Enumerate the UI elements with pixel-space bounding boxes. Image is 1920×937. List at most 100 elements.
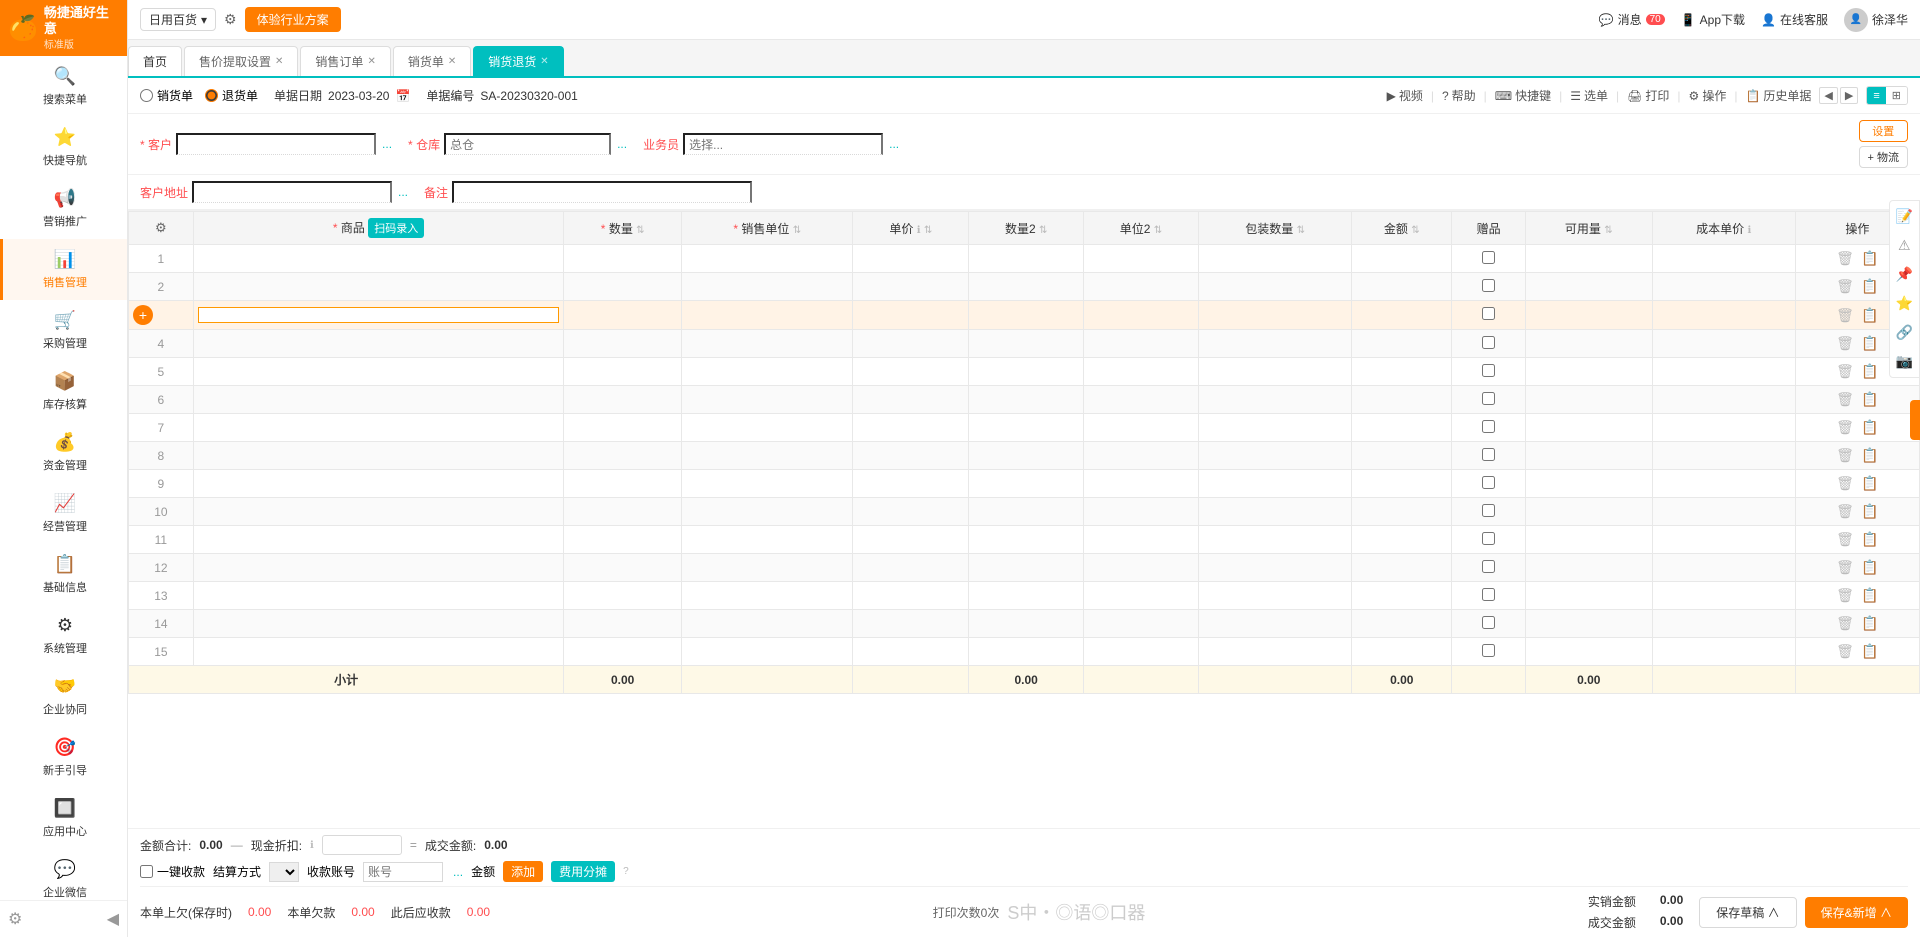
row-price-cell-8[interactable] [853, 442, 969, 470]
row-qty2-cell-14[interactable] [969, 610, 1084, 638]
account-ellipsis[interactable]: ... [453, 865, 463, 879]
customer-ellipsis[interactable]: ... [382, 137, 392, 151]
row-amount-cell-7[interactable] [1352, 414, 1452, 442]
row-amount-cell-3[interactable] [1352, 301, 1452, 330]
row-available-cell-4[interactable] [1525, 330, 1652, 358]
row-unit2-cell-13[interactable] [1084, 582, 1199, 610]
row-qty2-cell-9[interactable] [969, 470, 1084, 498]
tab-close-3[interactable]: ✕ [448, 56, 456, 67]
sidebar-item-2[interactable]: 📢营销推广 [0, 178, 127, 239]
copy-btn-9[interactable]: 📋 [1861, 475, 1878, 491]
tab-close-1[interactable]: ✕ [275, 56, 283, 67]
calendar-icon[interactable]: 📅 [395, 89, 410, 103]
delete-btn-12[interactable]: 🗑 [1836, 559, 1854, 575]
gift-checkbox-3[interactable] [1482, 307, 1495, 320]
tab-4[interactable]: 销货退货 ✕ [473, 46, 563, 76]
gift-checkbox-9[interactable] [1482, 476, 1495, 489]
row-product-cell-14[interactable] [193, 610, 564, 638]
sidebar-item-11[interactable]: 🎯新手引导 [0, 727, 127, 788]
row-pkgqty-cell-10[interactable] [1198, 498, 1351, 526]
gift-checkbox-6[interactable] [1482, 392, 1495, 405]
copy-btn-2[interactable]: 📋 [1861, 278, 1878, 294]
row-price-cell-9[interactable] [853, 470, 969, 498]
sidebar-item-9[interactable]: ⚙系统管理 [0, 605, 127, 666]
row-product-cell-9[interactable] [193, 470, 564, 498]
qty2-sort-icon[interactable]: ⇅ [1039, 225, 1047, 236]
row-available-cell-10[interactable] [1525, 498, 1652, 526]
sidebar-item-3[interactable]: 📊销售管理 [0, 239, 127, 300]
row-qty-cell-15[interactable] [564, 638, 682, 666]
table-view-btn[interactable]: ≡ [1867, 87, 1885, 104]
gift-checkbox-15[interactable] [1482, 644, 1495, 657]
copy-btn-3[interactable]: 📋 [1861, 307, 1878, 323]
row-unit-cell-9[interactable] [682, 470, 853, 498]
row-available-cell-9[interactable] [1525, 470, 1652, 498]
tab-close-2[interactable]: ✕ [367, 56, 375, 67]
row-pkgqty-cell-1[interactable] [1198, 245, 1351, 273]
row-qty2-cell-7[interactable] [969, 414, 1084, 442]
app-download-item[interactable]: 📱 App下载 [1681, 11, 1745, 28]
row-pkgqty-cell-8[interactable] [1198, 442, 1351, 470]
copy-btn-6[interactable]: 📋 [1861, 391, 1878, 407]
row-product-cell-10[interactable] [193, 498, 564, 526]
gift-checkbox-10[interactable] [1482, 504, 1495, 517]
save-draft-btn[interactable]: 保存草稿 ∧ [1699, 897, 1796, 928]
row-cost-cell-13[interactable] [1652, 582, 1795, 610]
row-unit2-cell-14[interactable] [1084, 610, 1199, 638]
sidebar-item-12[interactable]: 🔲应用中心 [0, 788, 127, 849]
row-pkgqty-cell-6[interactable] [1198, 386, 1351, 414]
sidebar-item-6[interactable]: 💰资金管理 [0, 422, 127, 483]
row-qty-cell-7[interactable] [564, 414, 682, 442]
row-amount-cell-14[interactable] [1352, 610, 1452, 638]
gift-checkbox-2[interactable] [1482, 279, 1495, 292]
pin-icon[interactable]: 📌 [1896, 263, 1913, 286]
copy-btn-7[interactable]: 📋 [1861, 419, 1878, 435]
delete-btn-2[interactable]: 🗑 [1836, 278, 1854, 294]
row-price-cell-15[interactable] [853, 638, 969, 666]
row-pkgqty-cell-2[interactable] [1198, 273, 1351, 301]
row-price-cell-6[interactable] [853, 386, 969, 414]
available-sort-icon[interactable]: ⇅ [1604, 225, 1612, 236]
row-unit-cell-5[interactable] [682, 358, 853, 386]
settings-btn[interactable]: 设置 [1859, 120, 1908, 142]
row-cost-cell-15[interactable] [1652, 638, 1795, 666]
row-unit2-cell-12[interactable] [1084, 554, 1199, 582]
row-available-cell-14[interactable] [1525, 610, 1652, 638]
sidebar-item-13[interactable]: 💬企业微信 [0, 849, 127, 900]
add-row-btn[interactable]: + [133, 305, 153, 325]
copy-btn-5[interactable]: 📋 [1861, 363, 1878, 379]
row-qty-cell-11[interactable] [564, 526, 682, 554]
gift-checkbox-13[interactable] [1482, 588, 1495, 601]
row-pkgqty-cell-14[interactable] [1198, 610, 1351, 638]
row-cost-cell-1[interactable] [1652, 245, 1795, 273]
row-qty2-cell-2[interactable] [969, 273, 1084, 301]
gift-checkbox-7[interactable] [1482, 420, 1495, 433]
row-qty2-cell-4[interactable] [969, 330, 1084, 358]
table-gear-icon[interactable]: ⚙ [155, 220, 167, 235]
row-unit2-cell-11[interactable] [1084, 526, 1199, 554]
copy-btn-15[interactable]: 📋 [1861, 643, 1878, 659]
radio-sale-input[interactable] [140, 89, 153, 102]
note-icon[interactable]: 📝 [1896, 205, 1913, 228]
sidebar-item-8[interactable]: 📋基础信息 [0, 544, 127, 605]
radio-sale[interactable]: 销货单 [140, 87, 193, 104]
row-qty-cell-2[interactable] [564, 273, 682, 301]
gift-checkbox-12[interactable] [1482, 560, 1495, 573]
row-price-cell-5[interactable] [853, 358, 969, 386]
row-unit2-cell-2[interactable] [1084, 273, 1199, 301]
product-input-3[interactable] [198, 307, 560, 323]
message-item[interactable]: 💬 消息 70 [1599, 11, 1665, 28]
row-cost-cell-4[interactable] [1652, 330, 1795, 358]
row-amount-cell-2[interactable] [1352, 273, 1452, 301]
print-btn[interactable]: 🖨 打印 [1627, 87, 1669, 104]
row-cost-cell-3[interactable] [1652, 301, 1795, 330]
sidebar-settings-icon[interactable]: ⚙ [8, 909, 22, 929]
row-cost-cell-2[interactable] [1652, 273, 1795, 301]
card-view-btn[interactable]: ⊞ [1886, 87, 1907, 104]
logistics-btn[interactable]: + 物流 [1859, 146, 1908, 168]
row-unit-cell-6[interactable] [682, 386, 853, 414]
settlement-select[interactable] [269, 862, 299, 882]
prev-arrow[interactable]: ◀ [1819, 87, 1837, 104]
row-pkgqty-cell-4[interactable] [1198, 330, 1351, 358]
row-product-cell-5[interactable] [193, 358, 564, 386]
